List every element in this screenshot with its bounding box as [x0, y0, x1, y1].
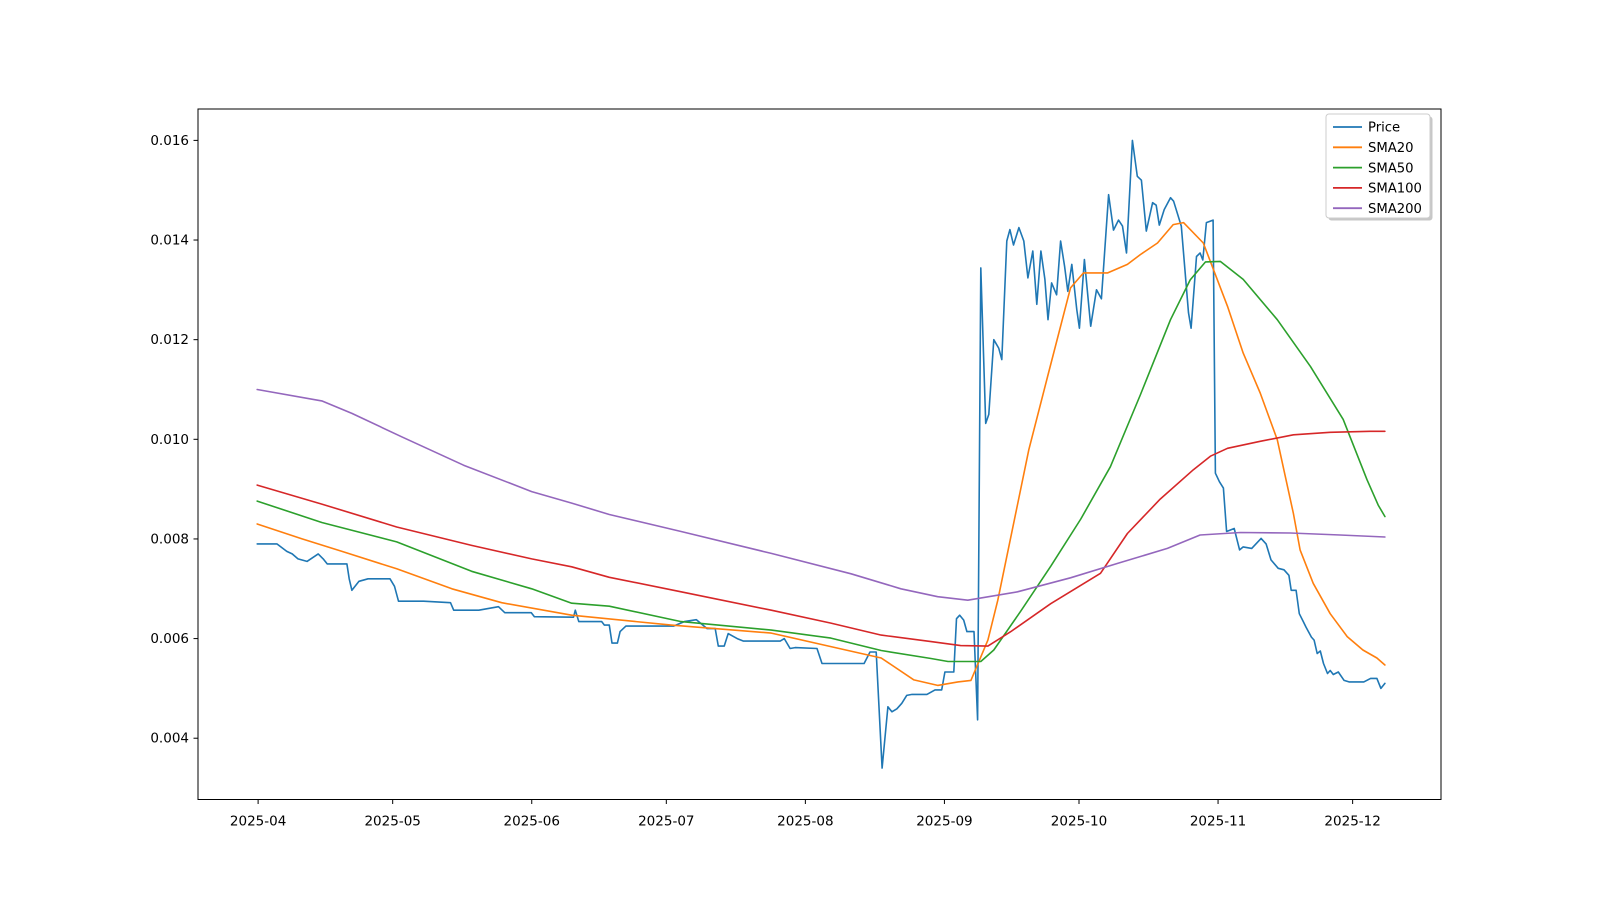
y-tick-label: 0.004: [150, 731, 189, 747]
y-tick-label: 0.014: [150, 233, 189, 249]
price-sma-line-chart: 2025-04 2025-05 2025-06 2025-07 2025-08 2025-…: [150, 108, 1442, 830]
plot-series: [256, 139, 1386, 769]
x-tick-label: 2025-09: [916, 814, 972, 830]
x-tick-label: 2025-11: [1190, 814, 1246, 830]
legend-label-sma100: SMA100: [1368, 182, 1422, 197]
legend-label-sma50: SMA50: [1368, 161, 1414, 176]
x-tick-label: 2025-04: [230, 814, 286, 830]
x-tick-label: 2025-07: [638, 814, 694, 830]
legend-label-price: Price: [1368, 121, 1400, 136]
x-tick-label: 2025-10: [1051, 814, 1107, 830]
y-tick-label: 0.010: [150, 432, 189, 448]
y-tick-label: 0.016: [150, 133, 189, 149]
y-tick-label: 0.012: [150, 332, 189, 348]
x-tick-label: 2025-12: [1324, 814, 1380, 830]
y-tick-label: 0.008: [150, 531, 189, 547]
legend: Price SMA20 SMA50 SMA100 SMA200: [1325, 113, 1433, 221]
x-tick-label: 2025-06: [504, 814, 560, 830]
legend-label-sma200: SMA200: [1368, 202, 1422, 217]
figure-canvas: 2025-04 2025-05 2025-06 2025-07 2025-08 2025-…: [0, 0, 1600, 900]
y-tick-label: 0.006: [150, 631, 189, 647]
legend-label-sma20: SMA20: [1368, 141, 1414, 156]
x-tick-label: 2025-08: [777, 814, 833, 830]
sma200-line: [256, 388, 1386, 602]
y-axis: 0.004 0.006 0.008 0.010 0.012 0.014 0.016: [150, 133, 198, 747]
x-axis: 2025-04 2025-05 2025-06 2025-07 2025-08 2025-…: [230, 799, 1381, 830]
plot-border: [197, 108, 1442, 800]
x-tick-label: 2025-05: [364, 814, 420, 830]
